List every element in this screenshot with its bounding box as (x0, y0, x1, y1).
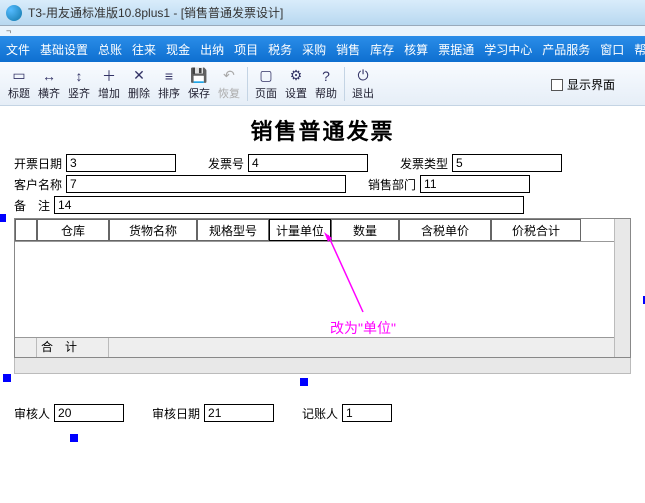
tool-标题[interactable]: ▭标题 (4, 67, 34, 101)
col-仓库[interactable]: 仓库 (37, 219, 109, 241)
页面-icon: ▢ (251, 67, 281, 85)
竖齐-icon: ↕ (64, 67, 94, 85)
menu-基础设置[interactable]: 基础设置 (40, 41, 88, 58)
field-开票日期[interactable]: 3 (66, 154, 176, 172)
col-规格型号[interactable]: 规格型号 (197, 219, 269, 241)
checkbox-icon (551, 79, 563, 91)
invoice-title[interactable]: 销售普通发票 (14, 114, 631, 146)
排序-icon: ≡ (154, 67, 184, 85)
帮助-icon: ? (311, 67, 341, 85)
横齐-icon: ↔ (34, 67, 64, 85)
删除-icon: ✕ (124, 67, 154, 85)
menu-bar: 文件基础设置总账往来现金出纳项目税务采购销售库存核算票据通学习中心产品服务窗口帮 (0, 36, 645, 62)
menu-产品服务[interactable]: 产品服务 (542, 41, 590, 58)
app-icon (6, 5, 22, 21)
field-备 注[interactable]: 14 (54, 196, 524, 214)
field-label: 备 注 (14, 197, 50, 214)
field-发票类型[interactable]: 5 (452, 154, 562, 172)
tool-排序[interactable]: ≡排序 (154, 67, 184, 101)
tool-删除[interactable]: ✕删除 (124, 67, 154, 101)
title-bar: T3-用友通标准版10.8plus1 - [销售普通发票设计] (0, 0, 645, 26)
保存-icon: 💾 (184, 67, 214, 85)
menu-采购[interactable]: 采购 (302, 41, 326, 58)
tool-竖齐[interactable]: ↕竖齐 (64, 67, 94, 101)
resize-handle[interactable] (70, 434, 78, 442)
toolbar-separator (344, 67, 345, 101)
menu-库存[interactable]: 库存 (370, 41, 394, 58)
col-含税单价[interactable]: 含税单价 (399, 219, 491, 241)
col-rowhead[interactable] (15, 219, 37, 241)
resize-handle[interactable] (0, 214, 6, 222)
设置-icon: ⚙ (281, 67, 311, 85)
退出-icon: ⏻ (348, 67, 378, 85)
show-ui-toggle[interactable]: 显示界面 (551, 76, 615, 93)
vertical-scrollbar[interactable] (614, 219, 630, 357)
menu-窗口[interactable]: 窗口 (600, 41, 624, 58)
table-footer: 合 计 (15, 337, 614, 357)
menu-帮[interactable]: 帮 (634, 41, 645, 58)
menu-税务[interactable]: 税务 (268, 41, 292, 58)
grid-table[interactable]: 仓库货物名称规格型号计量单位数量含税单价价税合计 合 计 (14, 218, 631, 358)
menu-出纳[interactable]: 出纳 (200, 41, 224, 58)
menu-票据通[interactable]: 票据通 (438, 41, 474, 58)
annotation-text: 改为"单位" (330, 318, 396, 338)
field-客户名称[interactable]: 7 (66, 175, 346, 193)
table-body (15, 241, 614, 337)
field-发票号[interactable]: 4 (248, 154, 368, 172)
toolbar: ▭标题↔横齐↕竖齐＋增加✕删除≡排序💾保存↶恢复▢页面⚙设置?帮助⏻退出 显示界… (0, 62, 645, 106)
field-审核人[interactable]: 20 (54, 404, 124, 422)
col-货物名称[interactable]: 货物名称 (109, 219, 197, 241)
menu-总账[interactable]: 总账 (98, 41, 122, 58)
field-label: 发票类型 (400, 155, 448, 172)
menu-学习中心[interactable]: 学习中心 (484, 41, 532, 58)
tool-恢复: ↶恢复 (214, 67, 244, 101)
field-label: 发票号 (208, 155, 244, 172)
标题-icon: ▭ (4, 67, 34, 85)
field-label: 销售部门 (368, 176, 416, 193)
tool-横齐[interactable]: ↔横齐 (34, 67, 64, 101)
tool-保存[interactable]: 💾保存 (184, 67, 214, 101)
tool-设置[interactable]: ⚙设置 (281, 67, 311, 101)
col-数量[interactable]: 数量 (331, 219, 399, 241)
col-计量单位[interactable]: 计量单位 (269, 219, 331, 241)
resize-handle[interactable] (3, 374, 11, 382)
field-审核日期[interactable]: 21 (204, 404, 274, 422)
field-label: 开票日期 (14, 155, 62, 172)
tool-帮助[interactable]: ?帮助 (311, 67, 341, 101)
menu-现金[interactable]: 现金 (166, 41, 190, 58)
menu-核算[interactable]: 核算 (404, 41, 428, 58)
toolbar-separator (247, 67, 248, 101)
field-label: 记账人 (302, 405, 338, 422)
col-价税合计[interactable]: 价税合计 (491, 219, 581, 241)
field-销售部门[interactable]: 11 (420, 175, 530, 193)
window-title: T3-用友通标准版10.8plus1 - [销售普通发票设计] (28, 4, 283, 21)
horizontal-scrollbar[interactable] (14, 358, 631, 374)
sub-line: ¬ (0, 26, 645, 36)
tool-增加[interactable]: ＋增加 (94, 67, 124, 101)
增加-icon: ＋ (94, 67, 124, 85)
show-ui-label: 显示界面 (567, 76, 615, 93)
resize-handle[interactable] (300, 378, 308, 386)
design-canvas: 销售普通发票 开票日期3发票号4发票类型5 客户名称7销售部门11 备 注14 … (0, 106, 645, 431)
field-记账人[interactable]: 1 (342, 404, 392, 422)
menu-往来[interactable]: 往来 (132, 41, 156, 58)
menu-项目[interactable]: 项目 (234, 41, 258, 58)
恢复-icon: ↶ (214, 67, 244, 85)
field-label: 客户名称 (14, 176, 62, 193)
field-label: 审核人 (14, 405, 50, 422)
menu-文件[interactable]: 文件 (6, 41, 30, 58)
tool-退出[interactable]: ⏻退出 (348, 67, 378, 101)
tool-页面[interactable]: ▢页面 (251, 67, 281, 101)
menu-销售[interactable]: 销售 (336, 41, 360, 58)
field-label: 审核日期 (152, 405, 200, 422)
